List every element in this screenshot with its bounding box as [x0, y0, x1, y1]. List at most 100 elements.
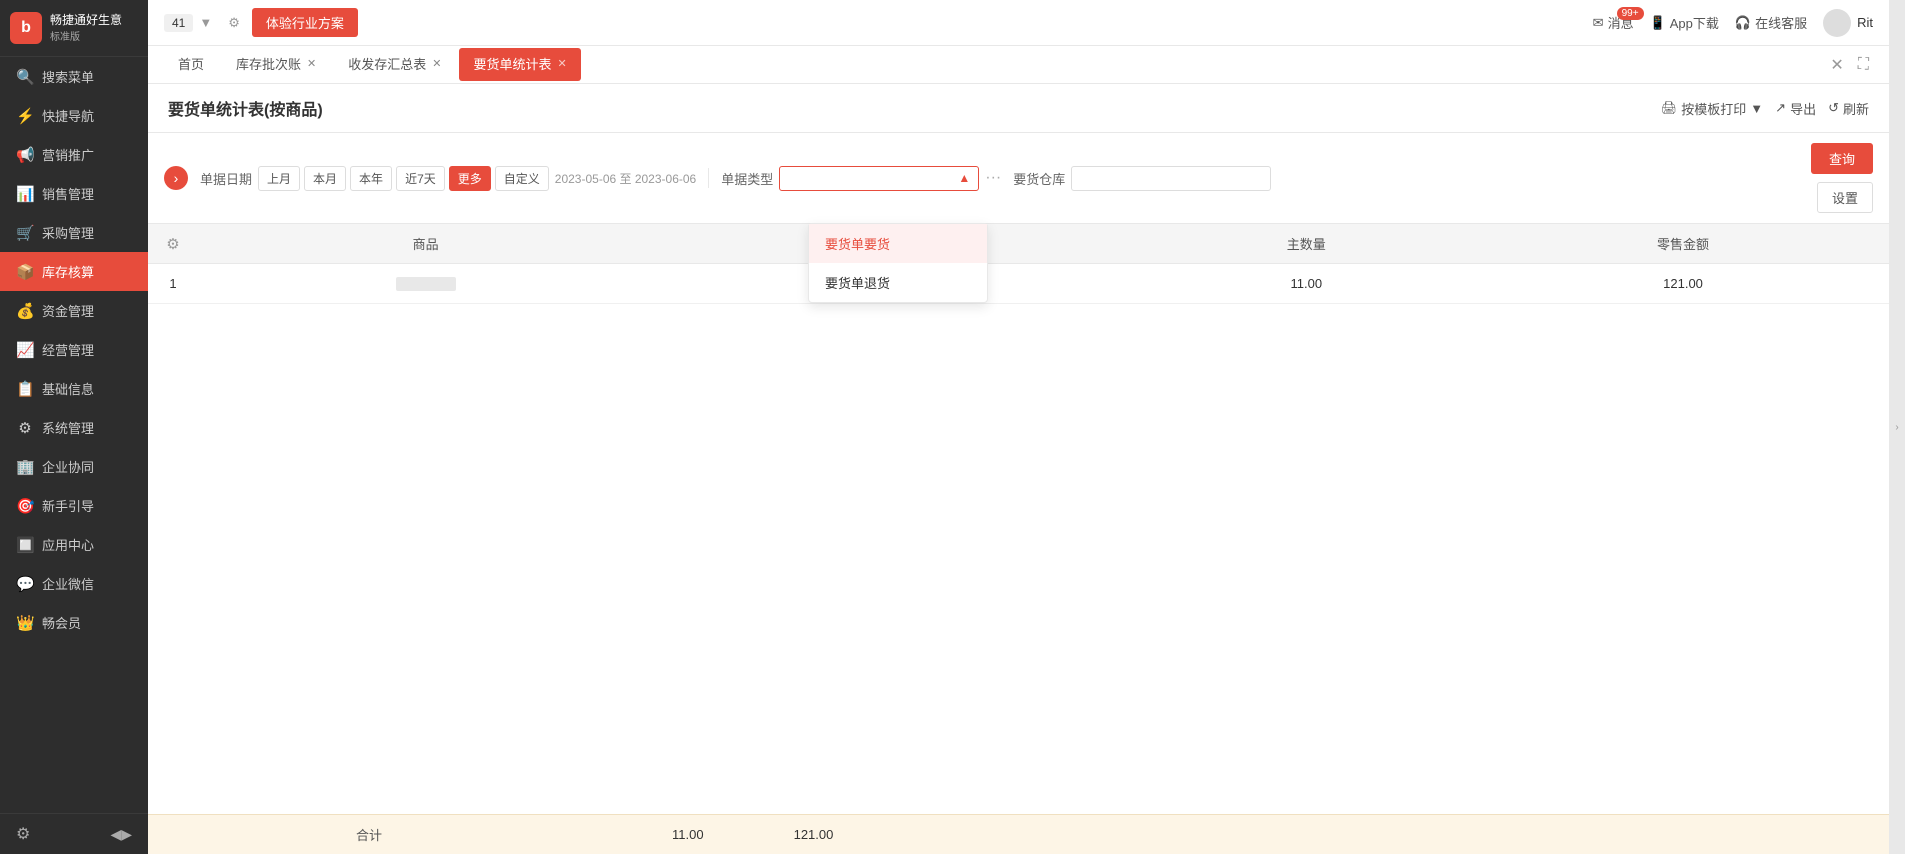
query-btn[interactable]: 查询 — [1811, 143, 1873, 174]
dropdown-item-purchase-order[interactable]: 要货单要货 — [809, 224, 987, 263]
sidebar-item-quick-nav[interactable]: ⚡ 快捷导航 — [0, 96, 148, 135]
tab-home[interactable]: 首页 — [164, 48, 218, 81]
sidebar-item-marketing[interactable]: 📢 营销推广 — [0, 135, 148, 174]
flash-icon: ⚡ — [16, 107, 34, 125]
tab-order-stats[interactable]: 要货单统计表 ✕ — [459, 48, 580, 81]
page-title: 要货单统计表(按商品) — [168, 96, 323, 120]
user-info[interactable]: Rit — [1823, 9, 1873, 37]
warehouse-input[interactable] — [1071, 166, 1271, 191]
dropdown-item-purchase-return[interactable]: 要货单退货 — [809, 263, 987, 302]
fullscreen-btn[interactable]: ⛶ — [1854, 52, 1873, 78]
page-content: 要货单统计表(按商品) 🖨 按模板打印 ▼ ↗ 导出 ↺ 刷新 › — [148, 84, 1889, 854]
sidebar-item-label: 应用中心 — [42, 535, 94, 554]
sidebar-item-basic[interactable]: 📋 基础信息 — [0, 369, 148, 408]
sidebar-item-label: 营销推广 — [42, 145, 94, 164]
expand-tabs-btn[interactable]: ✕ — [1826, 51, 1847, 79]
date-label: 单据日期 — [200, 169, 252, 188]
sidebar-item-operations[interactable]: 📈 经营管理 — [0, 330, 148, 369]
more-options-btn[interactable]: ··· — [985, 169, 1001, 187]
operations-icon: 📈 — [16, 341, 34, 359]
print-dropdown-icon: ▼ — [1750, 101, 1763, 116]
column-settings-icon[interactable]: ⚙ — [166, 236, 179, 253]
settings-icon[interactable]: ⚙ — [16, 824, 30, 844]
top-header: 41 ▼ ⚙ 体验行业方案 ✉ 消息 99+ 📱 App下载 🎧 在线客服 Ri… — [148, 0, 1889, 46]
sidebar: b 畅捷通好生意 标准版 🔍 搜索菜单 ⚡ 快捷导航 📢 营销推广 📊 销售管理… — [0, 0, 148, 854]
app-version: 标准版 — [50, 28, 122, 43]
close-icon[interactable]: ✕ — [307, 57, 316, 70]
this-month-btn[interactable]: 本月 — [304, 166, 346, 191]
online-service-link[interactable]: 🎧 在线客服 — [1735, 13, 1807, 32]
row-index: 1 — [148, 264, 198, 304]
close-icon[interactable]: ✕ — [558, 57, 567, 70]
sidebar-item-sales[interactable]: 📊 销售管理 — [0, 174, 148, 213]
this-year-btn[interactable]: 本年 — [350, 166, 392, 191]
sidebar-item-label: 采购管理 — [42, 223, 94, 242]
sidebar-item-wechat[interactable]: 💬 企业微信 — [0, 564, 148, 603]
filter-toggle-btn[interactable]: › — [164, 166, 188, 190]
headset-icon: 🎧 — [1735, 15, 1751, 31]
app-logo: b 畅捷通好生意 标准版 — [0, 0, 148, 57]
collapse-button[interactable]: ◀▶ — [110, 826, 132, 843]
row-product — [198, 264, 653, 304]
product-placeholder — [396, 277, 456, 291]
settings-btn[interactable]: 设置 — [1817, 182, 1873, 213]
type-select[interactable]: ▲ — [779, 166, 979, 191]
sidebar-item-member[interactable]: 👑 畅会员 — [0, 603, 148, 642]
tab-inventory-batch-label: 库存批次账 — [236, 54, 301, 73]
industry-btn[interactable]: 体验行业方案 — [252, 8, 358, 37]
sidebar-item-finance[interactable]: 💰 资金管理 — [0, 291, 148, 330]
message-badge[interactable]: ✉ 消息 99+ — [1593, 13, 1634, 32]
sidebar-item-enterprise[interactable]: 🏢 企业协同 — [0, 447, 148, 486]
message-count: 99+ — [1617, 7, 1644, 20]
header-right: ✉ 消息 99+ 📱 App下载 🎧 在线客服 Rit — [1593, 9, 1873, 37]
sidebar-bottom: ⚙ ◀▶ — [0, 813, 148, 854]
row-qty: 11.00 — [1136, 264, 1477, 304]
sidebar-item-search[interactable]: 🔍 搜索菜单 — [0, 57, 148, 96]
tabs-bar: 首页 库存批次账 ✕ 收发存汇总表 ✕ 要货单统计表 ✕ ✕ ⛶ — [148, 46, 1889, 84]
print-btn[interactable]: 🖨 按模板打印 ▼ — [1661, 99, 1763, 118]
sidebar-item-label: 经营管理 — [42, 340, 94, 359]
date-buttons: 上月 本月 本年 近7天 更多 自定义 — [258, 166, 549, 191]
refresh-icon: ↺ — [1828, 100, 1839, 116]
sidebar-item-app-center[interactable]: 🔲 应用中心 — [0, 525, 148, 564]
tab-order-stats-label: 要货单统计表 — [473, 54, 551, 73]
sidebar-item-label: 快捷导航 — [42, 106, 94, 125]
phone-icon: 📱 — [1650, 15, 1666, 31]
table-row: 1 块 11.00 121.00 — [148, 264, 1889, 304]
tab-inventory-batch[interactable]: 库存批次账 ✕ — [222, 48, 330, 81]
chevron-up-icon: ▲ — [958, 171, 970, 185]
sidebar-item-label: 资金管理 — [42, 301, 94, 320]
data-table: ⚙ 商品 主计量单位 主数量 零售金额 1 — [148, 224, 1889, 304]
header-search: 41 ▼ — [164, 14, 212, 32]
export-icon: ↗ — [1775, 100, 1786, 116]
app-download-link[interactable]: 📱 App下载 — [1650, 13, 1719, 32]
search-icon: 🔍 — [16, 68, 34, 86]
refresh-btn[interactable]: ↺ 刷新 — [1828, 99, 1869, 118]
system-icon: ⚙ — [16, 419, 34, 437]
custom-btn[interactable]: 自定义 — [495, 166, 549, 191]
sidebar-item-guide[interactable]: 🎯 新手引导 — [0, 486, 148, 525]
main-area: 41 ▼ ⚙ 体验行业方案 ✉ 消息 99+ 📱 App下载 🎧 在线客服 Ri… — [148, 0, 1889, 854]
sidebar-item-system[interactable]: ⚙ 系统管理 — [0, 408, 148, 447]
sidebar-item-label: 企业微信 — [42, 574, 94, 593]
close-icon[interactable]: ✕ — [432, 57, 441, 70]
last-month-btn[interactable]: 上月 — [258, 166, 300, 191]
sidebar-item-inventory[interactable]: 📦 库存核算 — [0, 252, 148, 291]
last-7-days-btn[interactable]: 近7天 — [396, 166, 445, 191]
dropdown-arrow-icon[interactable]: ▼ — [199, 15, 212, 30]
printer-icon: 🖨 — [1661, 100, 1678, 116]
type-filter-group: 单据类型 ▲ ··· — [721, 166, 1001, 191]
right-scroll-arrow[interactable]: › — [1889, 0, 1905, 854]
member-icon: 👑 — [16, 614, 34, 632]
export-btn[interactable]: ↗ 导出 — [1775, 99, 1816, 118]
sidebar-item-purchase[interactable]: 🛒 采购管理 — [0, 213, 148, 252]
warehouse-filter-group: 要货仓库 — [1013, 166, 1799, 191]
type-select-text — [788, 171, 954, 186]
refresh-label: 刷新 — [1843, 99, 1869, 118]
gear-icon[interactable]: ⚙ — [228, 15, 240, 31]
page-header: 要货单统计表(按商品) 🖨 按模板打印 ▼ ↗ 导出 ↺ 刷新 — [148, 84, 1889, 133]
type-dropdown: 要货单要货 要货单退货 — [808, 223, 988, 303]
more-btn[interactable]: 更多 — [449, 166, 491, 191]
tab-receive-summary[interactable]: 收发存汇总表 ✕ — [334, 48, 455, 81]
basic-icon: 📋 — [16, 380, 34, 398]
